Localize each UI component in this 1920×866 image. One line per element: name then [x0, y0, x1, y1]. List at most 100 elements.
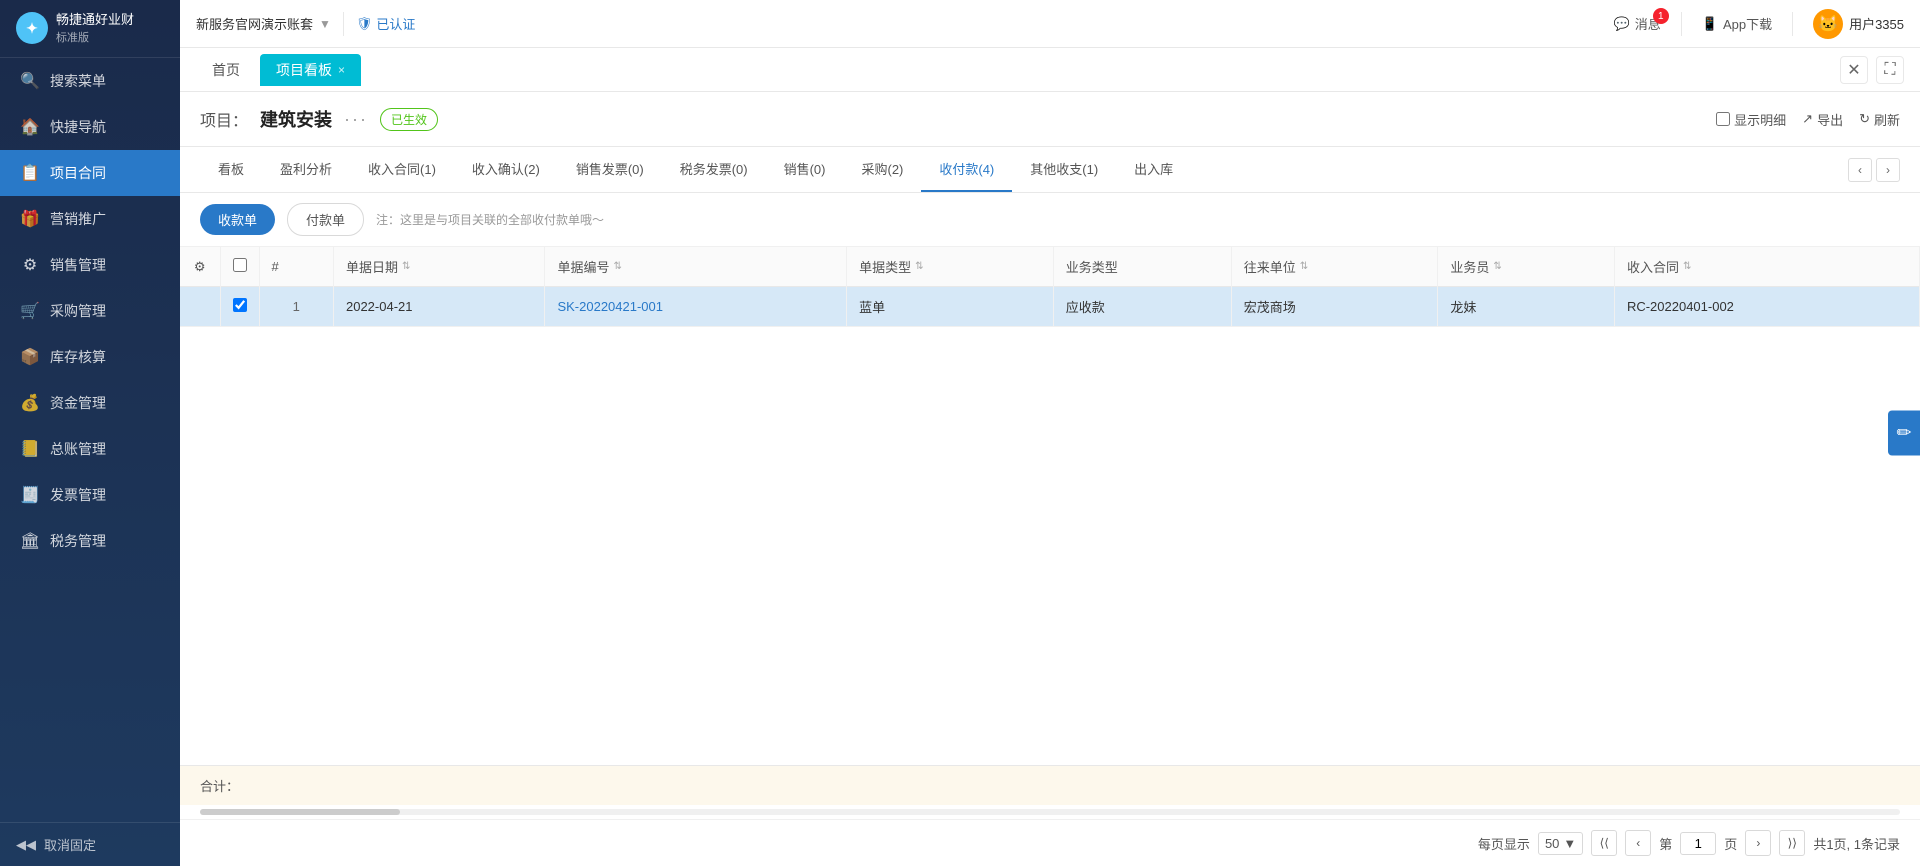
chevron-down-icon: ▼ — [1563, 836, 1576, 851]
table-container: ⚙ # 单据日期 ⇅ 单据编号 — [180, 247, 1920, 765]
maximize-window-btn[interactable]: ⛶ — [1876, 56, 1904, 84]
page-size-label: 每页显示 — [1478, 834, 1530, 853]
sidebar-item-project[interactable]: 📋 项目合同 — [0, 150, 180, 196]
next-page-btn[interactable]: › — [1745, 830, 1771, 856]
payment-btn[interactable]: 付款单 — [287, 203, 364, 236]
project-icon: 📋 — [20, 163, 40, 183]
sub-tab-other-expense[interactable]: 其他收支(1) — [1012, 147, 1116, 192]
sidebar-item-marketing[interactable]: 🎁 营销推广 — [0, 196, 180, 242]
sidebar-item-tax[interactable]: 🏛 税务管理 — [0, 518, 180, 564]
sub-tab-next-btn[interactable]: › — [1876, 158, 1900, 182]
project-header: 项目： 建筑安装 ··· 已生效 显示明细 ↗ 导出 ↻ 刷新 — [180, 92, 1920, 147]
th-income-contract[interactable]: 收入合同 ⇅ — [1614, 247, 1919, 287]
sub-tabs: 看板 盈利分析 收入合同(1) 收入确认(2) 销售发票(0) 税务发票(0) … — [180, 147, 1920, 193]
tab-close-icon[interactable]: × — [338, 63, 345, 77]
page-size-select[interactable]: 50 ▼ — [1538, 832, 1583, 855]
sub-tab-purchase[interactable]: 采购(2) — [843, 147, 921, 192]
sub-tab-inout[interactable]: 出入库 — [1116, 147, 1191, 192]
more-icon[interactable]: ··· — [344, 109, 368, 130]
page-word: 第 — [1659, 834, 1672, 853]
refresh-icon: ↻ — [1859, 111, 1870, 127]
close-window-btn[interactable]: ✕ — [1840, 56, 1868, 84]
tab-home[interactable]: 首页 — [196, 54, 256, 86]
page-num-input[interactable] — [1680, 832, 1716, 855]
sort-icon: ⇅ — [1300, 261, 1308, 272]
sidebar-unpin-btn[interactable]: ◀◀ 取消固定 — [0, 822, 180, 866]
page-suffix: 页 — [1724, 834, 1737, 853]
purchase-icon: 🛒 — [20, 301, 40, 321]
list-note: 注：这里是与项目关联的全部收付款单哦～ — [376, 211, 604, 228]
collection-btn[interactable]: 收款单 — [200, 204, 275, 235]
user-info[interactable]: 🐱 用户3355 — [1813, 9, 1904, 39]
app-download-btn[interactable]: 📱 App下载 — [1702, 14, 1772, 33]
th-settings[interactable]: ⚙ — [180, 247, 220, 287]
sidebar-item-quicknav[interactable]: 🏠 快捷导航 — [0, 104, 180, 150]
sidebar-item-search[interactable]: 🔍 搜索菜单 — [0, 58, 180, 104]
sub-tab-sales-invoice[interactable]: 销售发票(0) — [558, 147, 662, 192]
select-all-checkbox[interactable] — [233, 258, 247, 272]
list-controls: 收款单 付款单 注：这里是与项目关联的全部收付款单哦～ — [180, 193, 1920, 247]
th-partner[interactable]: 往来单位 ⇅ — [1231, 247, 1438, 287]
float-right-btn[interactable]: ✏ — [1888, 411, 1920, 456]
sidebar-item-finance[interactable]: 💰 资金管理 — [0, 380, 180, 426]
row-income-contract-cell: RC-20220401-002 — [1614, 287, 1919, 327]
chevron-down-icon: ▼ — [319, 17, 331, 31]
last-page-btn[interactable]: ⟩⟩ — [1779, 830, 1805, 856]
divider-2 — [1681, 12, 1682, 36]
sub-tab-prev-btn[interactable]: ‹ — [1848, 158, 1872, 182]
account-selector[interactable]: 新服务官网演示账套 ▼ — [196, 14, 331, 33]
sidebar-item-purchase[interactable]: 🛒 采购管理 — [0, 288, 180, 334]
th-salesperson[interactable]: 业务员 ⇅ — [1438, 247, 1615, 287]
certified-badge: 🛡 已认证 — [356, 14, 416, 33]
sort-icon: ⇅ — [402, 261, 410, 272]
project-title: 建筑安装 — [260, 106, 332, 132]
tab-project-board[interactable]: 项目看板 × — [260, 54, 361, 86]
messages-btn[interactable]: 💬 消息 1 — [1614, 14, 1661, 33]
row-checkbox[interactable] — [233, 298, 247, 312]
sidebar-item-inventory[interactable]: 📦 库存核算 — [0, 334, 180, 380]
th-checkbox — [220, 247, 259, 287]
table-row[interactable]: 1 2022-04-21 SK-20220421-001 蓝单 应收款 宏茂商场… — [180, 287, 1920, 327]
row-code-cell[interactable]: SK-20220421-001 — [545, 287, 847, 327]
sub-tab-profit[interactable]: 盈利分析 — [262, 147, 350, 192]
export-btn[interactable]: ↗ 导出 — [1802, 110, 1843, 129]
sidebar-item-ledger[interactable]: 📒 总账管理 — [0, 426, 180, 472]
th-doc-type[interactable]: 单据类型 ⇅ — [847, 247, 1054, 287]
row-salesperson-cell: 龙妹 — [1438, 287, 1615, 327]
sub-tab-tax-invoice[interactable]: 税务发票(0) — [662, 147, 766, 192]
sidebar-logo: ✦ 畅捷通好业财 标准版 — [0, 0, 180, 58]
th-date[interactable]: 单据日期 ⇅ — [333, 247, 544, 287]
sub-tab-sales[interactable]: 销售(0) — [766, 147, 844, 192]
phone-icon: 📱 — [1702, 16, 1718, 32]
tab-home-label: 首页 — [212, 60, 240, 80]
show-detail-input[interactable] — [1716, 112, 1730, 126]
scrollbar-thumb[interactable] — [200, 809, 400, 815]
th-num: # — [259, 247, 333, 287]
sub-tab-income-contract[interactable]: 收入合同(1) — [350, 147, 454, 192]
table-footer: 合计： — [180, 765, 1920, 805]
show-detail-checkbox[interactable]: 显示明细 — [1716, 110, 1786, 129]
sidebar-item-label: 搜索菜单 — [50, 71, 106, 91]
unpin-label: 取消固定 — [44, 835, 96, 854]
prev-page-btn[interactable]: ‹ — [1625, 830, 1651, 856]
show-detail-label: 显示明细 — [1734, 110, 1786, 129]
row-code-link[interactable]: SK-20220421-001 — [557, 299, 663, 314]
shield-icon: 🛡 — [356, 16, 373, 32]
sidebar-item-invoice[interactable]: 🧾 发票管理 — [0, 472, 180, 518]
sidebar-item-label: 项目合同 — [50, 163, 106, 183]
th-code[interactable]: 单据编号 ⇅ — [545, 247, 847, 287]
export-icon: ↗ — [1802, 111, 1813, 127]
sidebar-item-label: 税务管理 — [50, 531, 106, 551]
refresh-btn[interactable]: ↻ 刷新 — [1859, 110, 1900, 129]
total-label: 合计： — [200, 776, 239, 795]
page-size-value: 50 — [1545, 836, 1559, 851]
sub-tab-income-confirm[interactable]: 收入确认(2) — [454, 147, 558, 192]
first-page-btn[interactable]: ⟨⟨ — [1591, 830, 1617, 856]
search-icon: 🔍 — [20, 71, 40, 91]
data-table: ⚙ # 单据日期 ⇅ 单据编号 — [180, 247, 1920, 327]
sub-tab-board[interactable]: 看板 — [200, 147, 262, 192]
scrollbar-track[interactable] — [200, 809, 1900, 815]
main-area: 新服务官网演示账套 ▼ 🛡 已认证 💬 消息 1 📱 App下载 🐱 用户335… — [180, 0, 1920, 866]
sidebar-item-sales[interactable]: ⚙ 销售管理 — [0, 242, 180, 288]
sub-tab-collection[interactable]: 收付款(4) — [921, 147, 1012, 192]
